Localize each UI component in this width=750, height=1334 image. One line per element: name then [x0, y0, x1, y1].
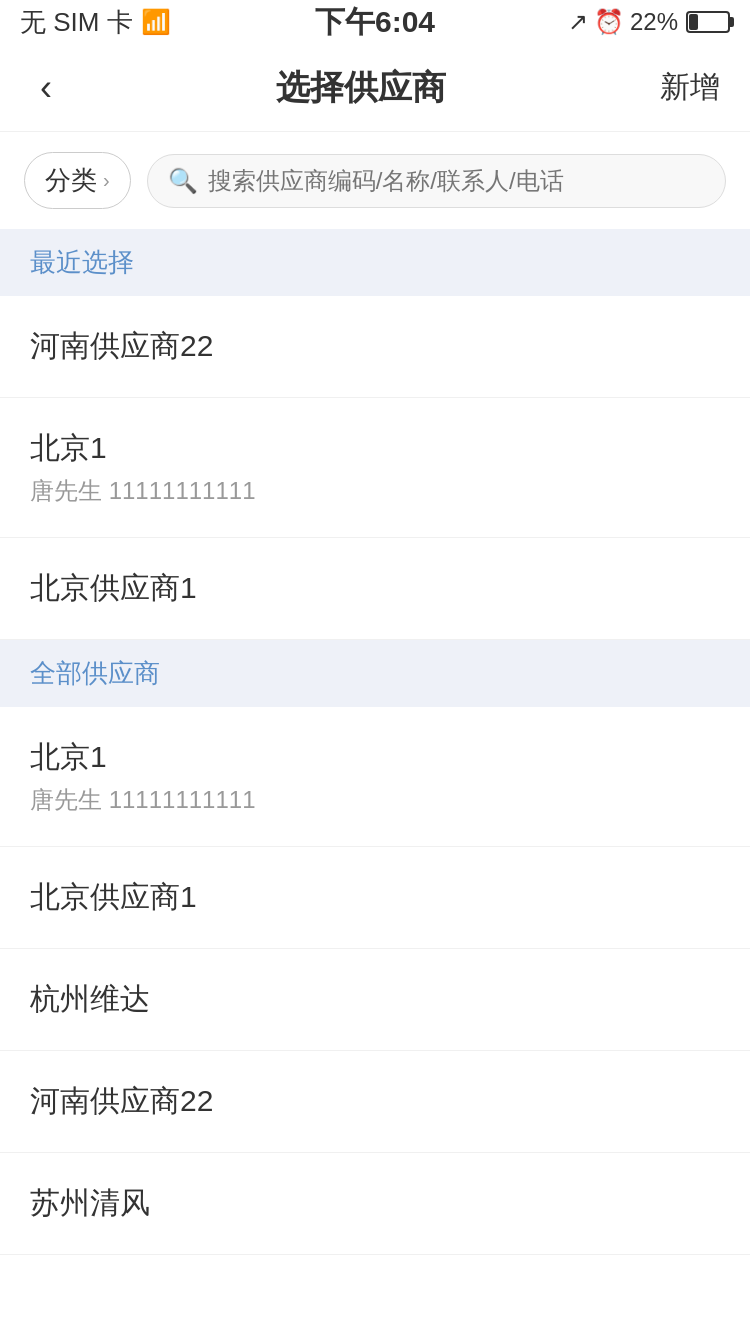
status-time: 下午6:04 — [315, 2, 435, 43]
list-item[interactable]: 北京供应商1 — [0, 538, 750, 640]
chevron-right-icon: › — [103, 169, 110, 192]
category-button[interactable]: 分类 › — [24, 152, 131, 209]
item-name: 河南供应商22 — [30, 1081, 720, 1122]
item-name: 杭州维达 — [30, 979, 720, 1020]
carrier-text: 无 SIM 卡 — [20, 5, 133, 40]
battery-text: 22% — [630, 8, 678, 36]
add-button[interactable]: 新增 — [660, 67, 720, 108]
search-input[interactable] — [208, 167, 705, 195]
all-section-label: 全部供应商 — [30, 658, 160, 688]
recent-section-header: 最近选择 — [0, 229, 750, 296]
list-item[interactable]: 河南供应商22 — [0, 296, 750, 398]
status-bar: 无 SIM 卡 📶 下午6:04 ↗ ⏰ 22% — [0, 0, 750, 44]
all-section-header: 全部供应商 — [0, 640, 750, 707]
item-name: 河南供应商22 — [30, 326, 720, 367]
recent-section-label: 最近选择 — [30, 247, 134, 277]
list-item[interactable]: 河南供应商22 — [0, 1051, 750, 1153]
search-box: 🔍 — [147, 154, 726, 208]
alarm-icon: ⏰ — [594, 8, 624, 36]
status-carrier: 无 SIM 卡 📶 — [20, 5, 171, 40]
nav-bar: ‹ 选择供应商 新增 — [0, 44, 750, 132]
list-item[interactable]: 北京1 唐先生 11111111111 — [0, 398, 750, 538]
item-name: 北京1 — [30, 428, 720, 469]
item-name: 苏州清风 — [30, 1183, 720, 1224]
list-item[interactable]: 北京1 唐先生 11111111111 — [0, 707, 750, 847]
item-name: 北京1 — [30, 737, 720, 778]
recent-list: 河南供应商22 北京1 唐先生 11111111111 北京供应商1 — [0, 296, 750, 640]
back-button[interactable]: ‹ — [30, 57, 62, 119]
item-name: 北京供应商1 — [30, 568, 720, 609]
battery-icon — [686, 11, 730, 33]
search-icon: 🔍 — [168, 167, 198, 195]
item-sub: 唐先生 11111111111 — [30, 784, 720, 816]
wifi-icon: 📶 — [141, 8, 171, 36]
list-item[interactable]: 杭州维达 — [0, 949, 750, 1051]
search-area: 分类 › 🔍 — [0, 132, 750, 229]
item-sub: 唐先生 11111111111 — [30, 475, 720, 507]
all-list: 北京1 唐先生 11111111111 北京供应商1 杭州维达河南供应商22 苏州清风 — [0, 707, 750, 1255]
list-item[interactable]: 苏州清风 — [0, 1153, 750, 1255]
status-right: ↗ ⏰ 22% — [568, 8, 730, 36]
list-item[interactable]: 北京供应商1 — [0, 847, 750, 949]
category-label: 分类 — [45, 163, 97, 198]
location-icon: ↗ — [568, 8, 588, 36]
item-name: 北京供应商1 — [30, 877, 720, 918]
page-title: 选择供应商 — [276, 65, 446, 111]
